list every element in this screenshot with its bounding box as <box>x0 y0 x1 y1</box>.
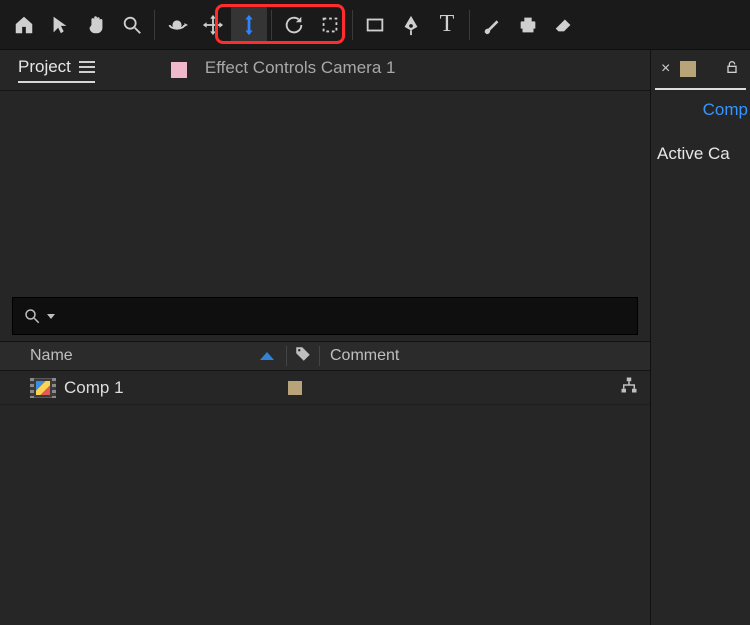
effect-controls-tab-label: Effect Controls Camera 1 <box>205 58 396 78</box>
column-name-header[interactable]: Name <box>30 347 282 365</box>
project-item-name: Comp 1 <box>64 378 124 398</box>
toolbar-separator <box>154 10 155 40</box>
project-panel-tab[interactable]: Project <box>18 57 95 83</box>
project-item-row[interactable]: Comp 1 <box>0 371 650 405</box>
search-input[interactable] <box>61 308 627 325</box>
column-label-header[interactable] <box>291 345 315 368</box>
panel-tab-row: Project Effect Controls Camera 1 <box>0 50 650 90</box>
project-search[interactable] <box>12 297 638 335</box>
dolly-tool-icon[interactable] <box>231 7 267 43</box>
selection-tool-icon[interactable] <box>42 7 78 43</box>
project-preview-area <box>0 91 650 291</box>
search-filter-dropdown-icon[interactable] <box>47 314 55 319</box>
zoom-tool-icon[interactable] <box>114 7 150 43</box>
flowchart-icon[interactable] <box>620 376 638 399</box>
project-item-label-swatch[interactable] <box>288 381 302 395</box>
toolbar-separator <box>352 10 353 40</box>
effect-controls-swatch <box>171 62 187 78</box>
rectangle-tool-icon[interactable] <box>357 7 393 43</box>
hand-tool-icon[interactable] <box>78 7 114 43</box>
column-name-label: Name <box>30 347 73 365</box>
pen-tool-icon[interactable] <box>393 7 429 43</box>
viewer-body-text: Active Ca <box>651 130 750 164</box>
composition-icon <box>30 378 56 398</box>
viewer-label-swatch <box>680 61 696 77</box>
viewer-sub-tab-label: Comp <box>703 100 748 120</box>
clone-stamp-tool-icon[interactable] <box>510 7 546 43</box>
rotate-tool-icon[interactable] <box>276 7 312 43</box>
viewer-sub-tab[interactable]: Comp <box>651 90 750 130</box>
close-viewer-icon[interactable]: × <box>661 60 670 78</box>
search-icon <box>23 307 41 325</box>
lock-icon[interactable] <box>724 59 740 80</box>
orbit-tool-icon[interactable] <box>159 7 195 43</box>
viewer-tab-row: × <box>655 50 746 90</box>
effect-controls-tab[interactable]: Effect Controls Camera 1 <box>205 58 396 82</box>
pan-tool-icon[interactable] <box>195 7 231 43</box>
main-toolbar: T <box>0 0 750 50</box>
roto-tool-icon[interactable] <box>312 7 348 43</box>
toolbar-separator <box>271 10 272 40</box>
type-tool-icon[interactable]: T <box>429 7 465 43</box>
panel-menu-icon[interactable] <box>79 58 95 76</box>
toolbar-separator <box>469 10 470 40</box>
project-tab-label: Project <box>18 57 71 77</box>
project-column-headers: Name Comment <box>0 341 650 371</box>
home-icon[interactable] <box>6 7 42 43</box>
eraser-tool-icon[interactable] <box>546 7 582 43</box>
column-comment-label: Comment <box>330 347 399 364</box>
column-comment-header[interactable]: Comment <box>324 347 399 365</box>
sort-ascending-icon <box>260 352 274 360</box>
brush-tool-icon[interactable] <box>474 7 510 43</box>
